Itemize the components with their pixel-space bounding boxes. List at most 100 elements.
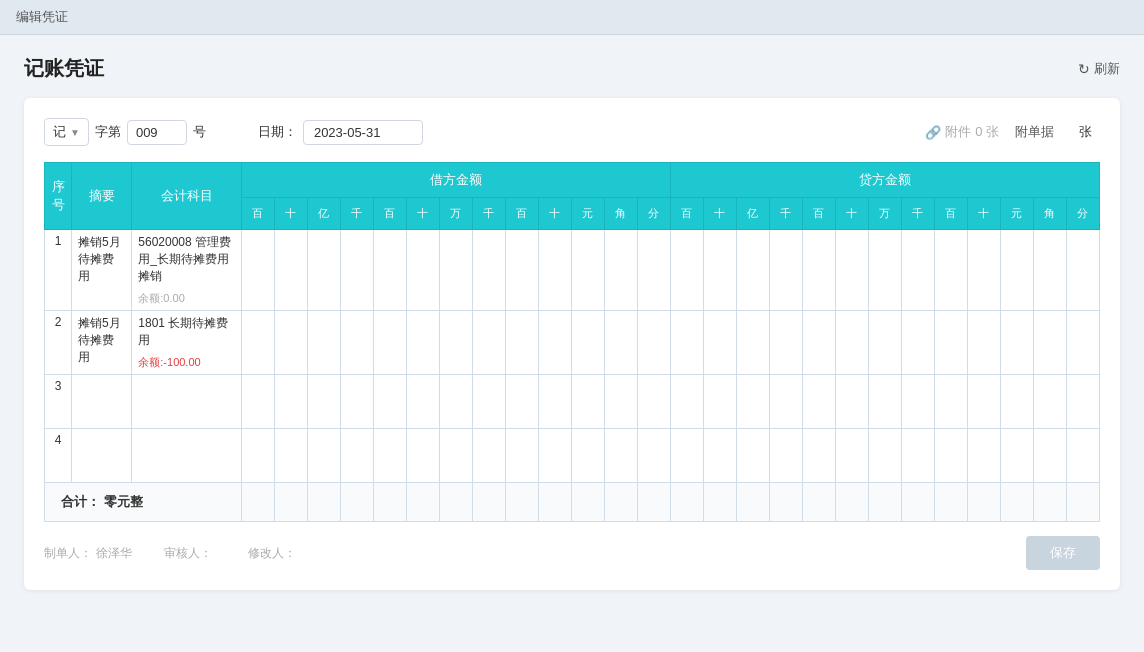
row-2-debit-4[interactable] — [373, 375, 406, 429]
voucher-count[interactable] — [1070, 125, 1100, 140]
row-2-credit-7[interactable] — [901, 375, 934, 429]
row-3-debit-8[interactable] — [505, 429, 538, 483]
row-0-debit-6[interactable] — [439, 230, 472, 311]
row-1-credit-10[interactable] — [1000, 311, 1033, 375]
type-dropdown[interactable]: 记 ▼ — [44, 118, 89, 146]
row-2-debit-9[interactable] — [538, 375, 571, 429]
row-1-credit-8[interactable] — [934, 311, 967, 375]
row-2-credit-0[interactable] — [670, 375, 703, 429]
row-1-debit-0[interactable] — [241, 311, 274, 375]
row-3-credit-6[interactable] — [868, 429, 901, 483]
row-1-debit-11[interactable] — [604, 311, 637, 375]
row-0-credit-10[interactable] — [1000, 230, 1033, 311]
row-3-summary[interactable] — [72, 429, 132, 483]
row-1-credit-12[interactable] — [1066, 311, 1099, 375]
row-3-debit-10[interactable] — [571, 429, 604, 483]
row-0-debit-8[interactable] — [505, 230, 538, 311]
row-2-debit-12[interactable] — [637, 375, 670, 429]
row-0-debit-0[interactable] — [241, 230, 274, 311]
row-2-debit-8[interactable] — [505, 375, 538, 429]
row-3-debit-1[interactable] — [274, 429, 307, 483]
save-button[interactable]: 保存 — [1026, 536, 1100, 570]
row-3-debit-0[interactable] — [241, 429, 274, 483]
row-1-credit-5[interactable] — [835, 311, 868, 375]
row-0-debit-2[interactable] — [307, 230, 340, 311]
row-1-credit-1[interactable] — [703, 311, 736, 375]
row-3-credit-7[interactable] — [901, 429, 934, 483]
row-3-debit-9[interactable] — [538, 429, 571, 483]
row-3-debit-12[interactable] — [637, 429, 670, 483]
row-0-credit-5[interactable] — [835, 230, 868, 311]
row-0-debit-1[interactable] — [274, 230, 307, 311]
row-0-credit-2[interactable] — [736, 230, 769, 311]
row-2-debit-10[interactable] — [571, 375, 604, 429]
row-0-debit-9[interactable] — [538, 230, 571, 311]
row-3-credit-2[interactable] — [736, 429, 769, 483]
row-3-credit-4[interactable] — [802, 429, 835, 483]
row-0-credit-7[interactable] — [901, 230, 934, 311]
row-2-credit-8[interactable] — [934, 375, 967, 429]
row-2-credit-1[interactable] — [703, 375, 736, 429]
row-0-summary[interactable]: 摊销5月待摊费用 — [72, 230, 132, 311]
row-0-debit-4[interactable] — [373, 230, 406, 311]
row-3-credit-12[interactable] — [1066, 429, 1099, 483]
row-2-credit-4[interactable] — [802, 375, 835, 429]
refresh-button[interactable]: ↻ 刷新 — [1078, 60, 1120, 78]
row-1-credit-7[interactable] — [901, 311, 934, 375]
row-3-credit-8[interactable] — [934, 429, 967, 483]
row-0-debit-12[interactable] — [637, 230, 670, 311]
row-0-credit-12[interactable] — [1066, 230, 1099, 311]
row-2-debit-6[interactable] — [439, 375, 472, 429]
row-3-credit-3[interactable] — [769, 429, 802, 483]
row-0-credit-11[interactable] — [1033, 230, 1066, 311]
row-1-debit-5[interactable] — [406, 311, 439, 375]
row-3-debit-3[interactable] — [340, 429, 373, 483]
row-0-credit-9[interactable] — [967, 230, 1000, 311]
row-0-credit-3[interactable] — [769, 230, 802, 311]
row-2-credit-9[interactable] — [967, 375, 1000, 429]
row-0-debit-10[interactable] — [571, 230, 604, 311]
row-3-debit-4[interactable] — [373, 429, 406, 483]
row-3-debit-7[interactable] — [472, 429, 505, 483]
row-0-credit-4[interactable] — [802, 230, 835, 311]
row-0-account[interactable]: 56020008 管理费用_长期待摊费用摊销余额:0.00 — [132, 230, 242, 311]
row-1-credit-11[interactable] — [1033, 311, 1066, 375]
row-2-debit-5[interactable] — [406, 375, 439, 429]
row-0-debit-11[interactable] — [604, 230, 637, 311]
row-2-debit-3[interactable] — [340, 375, 373, 429]
row-1-credit-6[interactable] — [868, 311, 901, 375]
row-1-debit-6[interactable] — [439, 311, 472, 375]
row-0-debit-5[interactable] — [406, 230, 439, 311]
row-1-debit-8[interactable] — [505, 311, 538, 375]
row-1-summary[interactable]: 摊销5月待摊费用 — [72, 311, 132, 375]
row-1-debit-9[interactable] — [538, 311, 571, 375]
row-2-credit-12[interactable] — [1066, 375, 1099, 429]
number-input[interactable] — [127, 120, 187, 145]
voucher-label[interactable]: 附单据 — [1015, 123, 1054, 141]
row-2-credit-3[interactable] — [769, 375, 802, 429]
row-3-credit-11[interactable] — [1033, 429, 1066, 483]
row-2-credit-11[interactable] — [1033, 375, 1066, 429]
row-1-debit-4[interactable] — [373, 311, 406, 375]
row-3-credit-5[interactable] — [835, 429, 868, 483]
row-1-debit-1[interactable] — [274, 311, 307, 375]
row-0-credit-0[interactable] — [670, 230, 703, 311]
row-3-debit-2[interactable] — [307, 429, 340, 483]
row-1-debit-12[interactable] — [637, 311, 670, 375]
row-1-credit-0[interactable] — [670, 311, 703, 375]
row-1-credit-4[interactable] — [802, 311, 835, 375]
row-1-credit-3[interactable] — [769, 311, 802, 375]
row-2-credit-10[interactable] — [1000, 375, 1033, 429]
row-0-debit-3[interactable] — [340, 230, 373, 311]
row-2-debit-1[interactable] — [274, 375, 307, 429]
row-2-credit-6[interactable] — [868, 375, 901, 429]
row-3-debit-6[interactable] — [439, 429, 472, 483]
row-2-debit-11[interactable] — [604, 375, 637, 429]
row-0-credit-8[interactable] — [934, 230, 967, 311]
row-2-credit-5[interactable] — [835, 375, 868, 429]
row-0-credit-6[interactable] — [868, 230, 901, 311]
row-1-credit-9[interactable] — [967, 311, 1000, 375]
row-3-account[interactable] — [132, 429, 242, 483]
row-2-debit-7[interactable] — [472, 375, 505, 429]
date-input[interactable] — [303, 120, 423, 145]
